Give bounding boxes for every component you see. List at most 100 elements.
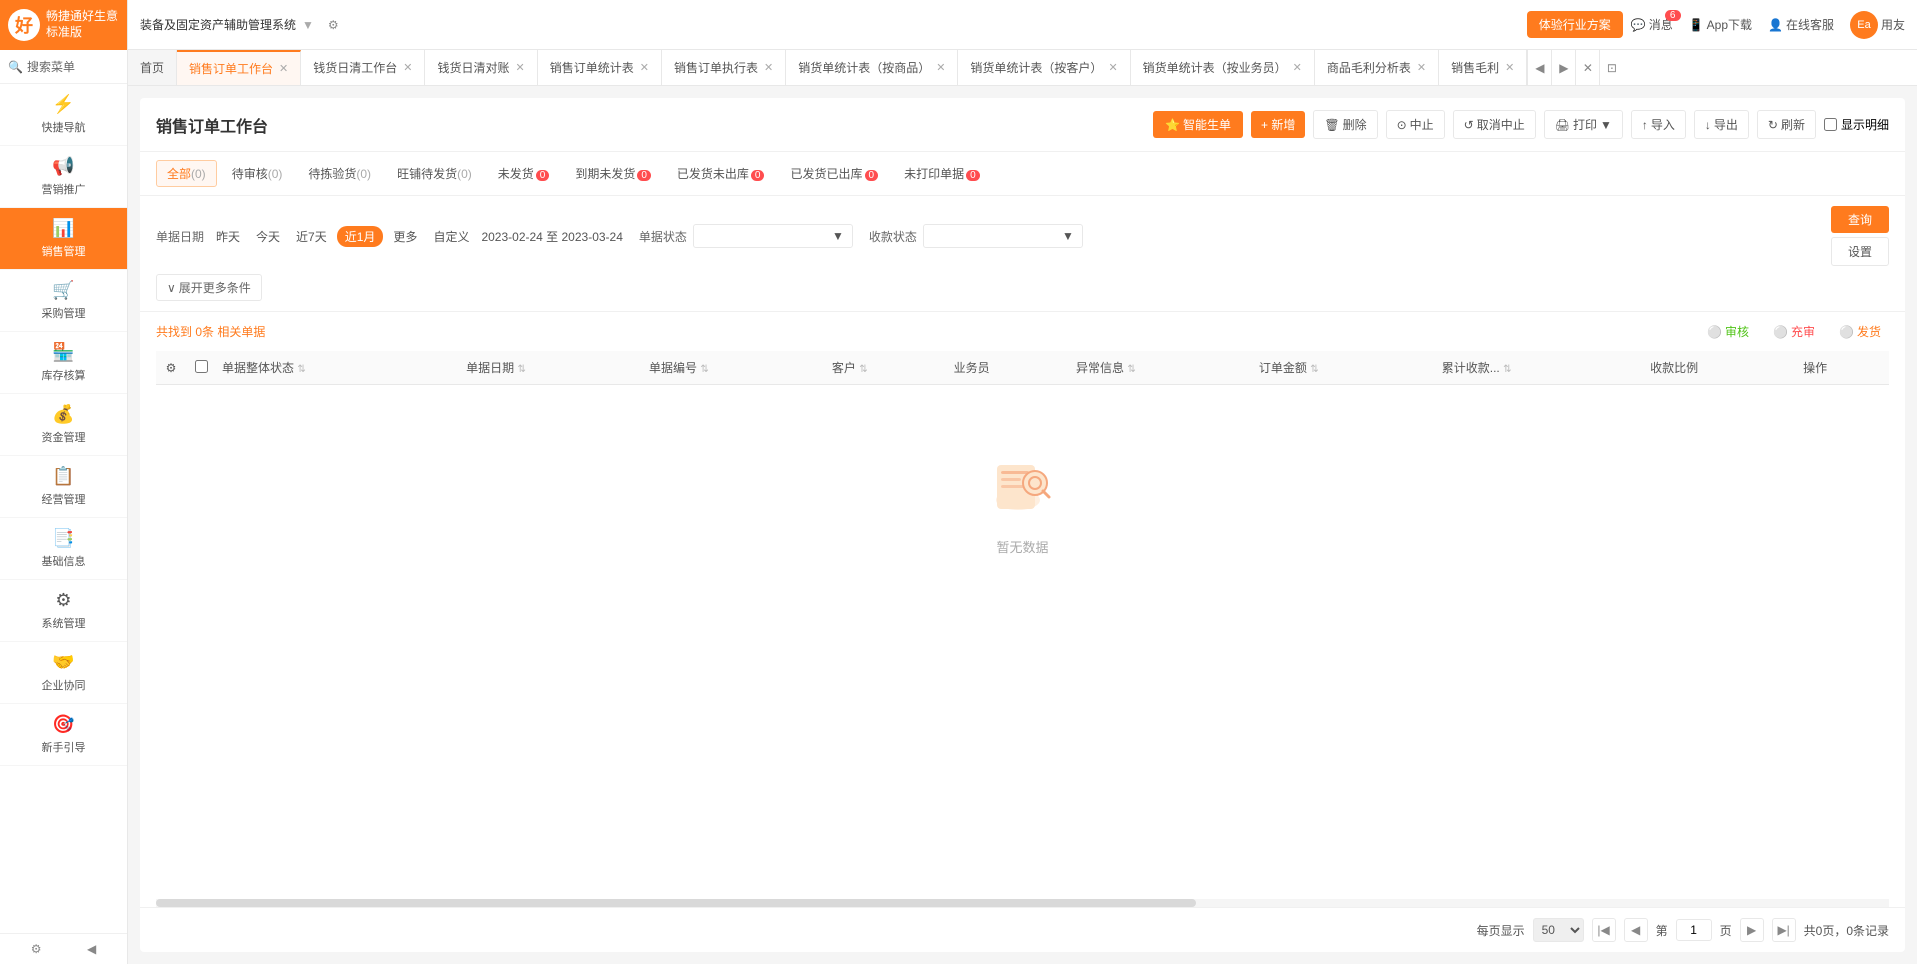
show-detail-checkbox[interactable]	[1824, 118, 1837, 131]
sidebar-item-marketing[interactable]: 📢 营销推广	[0, 146, 127, 208]
delete-btn[interactable]: 🗑 删除	[1313, 110, 1377, 139]
date-opt-yesterday[interactable]: 昨天	[210, 226, 246, 247]
tab-nav-prev[interactable]: ◀	[1527, 50, 1551, 86]
query-btn[interactable]: 查询	[1831, 206, 1889, 233]
filter-tab-overdue[interactable]: 到期未发货0	[564, 160, 662, 187]
filter-tab-all[interactable]: 全部(0)	[156, 160, 217, 187]
settings-btn[interactable]: 设置	[1831, 237, 1889, 266]
tab-cash-daily[interactable]: 钱货日清工作台 ✕	[301, 50, 425, 86]
tab-close-cash-ledger[interactable]: ✕	[516, 61, 525, 74]
page-input[interactable]	[1676, 919, 1712, 941]
col-settings[interactable]: ⚙	[156, 351, 186, 385]
tab-gross[interactable]: 销售毛利 ✕	[1439, 50, 1527, 86]
sidebar-item-guide[interactable]: 🎯 新手引导	[0, 704, 127, 766]
sidebar-item-operations[interactable]: 📋 经营管理	[0, 456, 127, 518]
tab-margin[interactable]: 商品毛利分析表 ✕	[1315, 50, 1439, 86]
payment-select[interactable]: ▼	[923, 224, 1083, 248]
select-all-checkbox[interactable]	[195, 360, 208, 373]
sidebar-item-inventory[interactable]: 🏪 库存核算	[0, 332, 127, 394]
tab-close-shipment-staff[interactable]: ✕	[1293, 61, 1302, 74]
online-service-action[interactable]: 👤 在线客服	[1768, 16, 1834, 33]
tab-close-all[interactable]: ✕	[1575, 50, 1599, 86]
filter-tab-shipped-out[interactable]: 已发货已出库0	[779, 160, 889, 187]
sort-icon-amount[interactable]: ⇅	[1310, 364, 1318, 375]
filter-tab-not-printed[interactable]: 未打印单据0	[893, 160, 991, 187]
prev-page-btn[interactable]: ◀	[1624, 918, 1648, 942]
user-action[interactable]: Ea 用友	[1850, 11, 1905, 39]
tab-close-sales-stats[interactable]: ✕	[640, 61, 649, 74]
revoke-op-btn[interactable]: ⚪ 充审	[1765, 320, 1823, 343]
settings-gear-icon[interactable]: ⚙	[328, 18, 339, 32]
smart-btn[interactable]: ⭐ 智能生单	[1153, 111, 1243, 138]
refresh-btn[interactable]: ↻ 刷新	[1757, 110, 1816, 139]
tab-home[interactable]: 首页	[128, 50, 177, 86]
date-opt-more[interactable]: 更多	[387, 226, 423, 247]
first-page-btn[interactable]: |◀	[1592, 918, 1616, 942]
tab-close-sales-workbench[interactable]: ✕	[279, 62, 288, 75]
system-title: 装备及固定资产辅助管理系统	[140, 16, 296, 33]
tab-shipment-staff[interactable]: 销货单统计表（按业务员） ✕	[1131, 50, 1315, 86]
sort-icon-anomaly[interactable]: ⇅	[1127, 364, 1135, 375]
empty-text: 暂无数据	[996, 537, 1048, 556]
sidebar-item-sales[interactable]: 📊 销售管理	[0, 208, 127, 270]
sidebar-item-quick-nav[interactable]: ⚡ 快捷导航	[0, 84, 127, 146]
filter-tab-wangpu[interactable]: 旺铺待发货(0)	[386, 160, 483, 187]
sort-icon-status[interactable]: ⇅	[297, 364, 305, 375]
filter-tab-not-shipped[interactable]: 未发货0	[487, 160, 561, 187]
sidebar-item-base-info[interactable]: 📑 基础信息	[0, 518, 127, 580]
tab-close-shipment-customer[interactable]: ✕	[1108, 61, 1117, 74]
tab-close-sales-exec[interactable]: ✕	[764, 61, 773, 74]
scrollbar-thumb[interactable]	[156, 899, 1196, 907]
per-page-select[interactable]: 50 10 20 100	[1533, 918, 1584, 942]
new-btn[interactable]: + 新增	[1251, 111, 1305, 138]
collapse-icon[interactable]: ◀	[87, 942, 96, 956]
col-checkbox[interactable]	[186, 351, 216, 385]
tab-close-shipment-product[interactable]: ✕	[936, 61, 945, 74]
sort-icon-number[interactable]: ⇅	[700, 364, 708, 375]
sort-icon-date[interactable]: ⇅	[517, 364, 525, 375]
date-opt-1month[interactable]: 近1月	[337, 226, 384, 247]
filter-tab-shipped-not-out[interactable]: 已发货未出库0	[666, 160, 776, 187]
sidebar-search[interactable]: 🔍 搜索菜单	[0, 50, 127, 84]
ship-op-btn[interactable]: ⚪ 发货	[1831, 320, 1889, 343]
sort-icon-collected[interactable]: ⇅	[1503, 364, 1511, 375]
service-icon: 👤	[1768, 18, 1783, 32]
last-page-btn[interactable]: ▶|	[1772, 918, 1796, 942]
expand-conditions-btn[interactable]: ∨ 展开更多条件	[156, 274, 262, 301]
tab-close-gross[interactable]: ✕	[1505, 61, 1514, 74]
app-download-action[interactable]: 📱 App下载	[1689, 16, 1752, 33]
tab-shipment-customer[interactable]: 销货单统计表（按客户） ✕	[958, 50, 1130, 86]
filter-tab-pending-review[interactable]: 待审核(0)	[221, 160, 294, 187]
sidebar-item-enterprise[interactable]: 🤝 企业协同	[0, 642, 127, 704]
sidebar-item-finance[interactable]: 💰 资金管理	[0, 394, 127, 456]
filter-tab-pending-inspect[interactable]: 待拣验货(0)	[297, 160, 382, 187]
print-btn[interactable]: 🖨 打印 ▼	[1544, 110, 1623, 139]
sidebar-item-system[interactable]: ⚙ 系统管理	[0, 580, 127, 642]
tab-sales-workbench[interactable]: 销售订单工作台 ✕	[177, 50, 301, 86]
stop-btn[interactable]: ⊙ 中止	[1386, 110, 1445, 139]
next-page-btn[interactable]: ▶	[1740, 918, 1764, 942]
status-select[interactable]: ▼	[693, 224, 853, 248]
show-detail-label[interactable]: 显示明细	[1824, 116, 1889, 133]
date-opt-7days[interactable]: 近7天	[290, 226, 333, 247]
import-btn[interactable]: ↑ 导入	[1631, 110, 1686, 139]
date-opt-custom[interactable]: 自定义	[427, 226, 475, 247]
sidebar-item-purchase[interactable]: 🛒 采购管理	[0, 270, 127, 332]
message-action[interactable]: 💬 消息 6	[1631, 16, 1673, 33]
sort-icon-customer[interactable]: ⇅	[859, 364, 867, 375]
horizontal-scrollbar[interactable]	[156, 899, 1889, 907]
tab-shipment-product[interactable]: 销货单统计表（按商品） ✕	[786, 50, 958, 86]
tab-sales-stats[interactable]: 销售订单统计表 ✕	[538, 50, 662, 86]
cancel-stop-btn[interactable]: ↺ 取消中止	[1453, 110, 1536, 139]
tab-close-margin[interactable]: ✕	[1417, 61, 1426, 74]
tab-sales-exec[interactable]: 销售订单执行表 ✕	[662, 50, 786, 86]
export-btn[interactable]: ↓ 导出	[1694, 110, 1749, 139]
audit-op-btn[interactable]: ⚪ 审核	[1699, 320, 1757, 343]
date-opt-today[interactable]: 今天	[250, 226, 286, 247]
tab-cash-ledger[interactable]: 钱货日清对账 ✕	[425, 50, 537, 86]
tab-expand[interactable]: ⊡	[1599, 50, 1623, 86]
settings-icon[interactable]: ⚙	[31, 942, 42, 956]
industry-btn[interactable]: 体验行业方案	[1527, 11, 1623, 38]
tab-close-cash-daily[interactable]: ✕	[403, 61, 412, 74]
tab-nav-next[interactable]: ▶	[1551, 50, 1575, 86]
